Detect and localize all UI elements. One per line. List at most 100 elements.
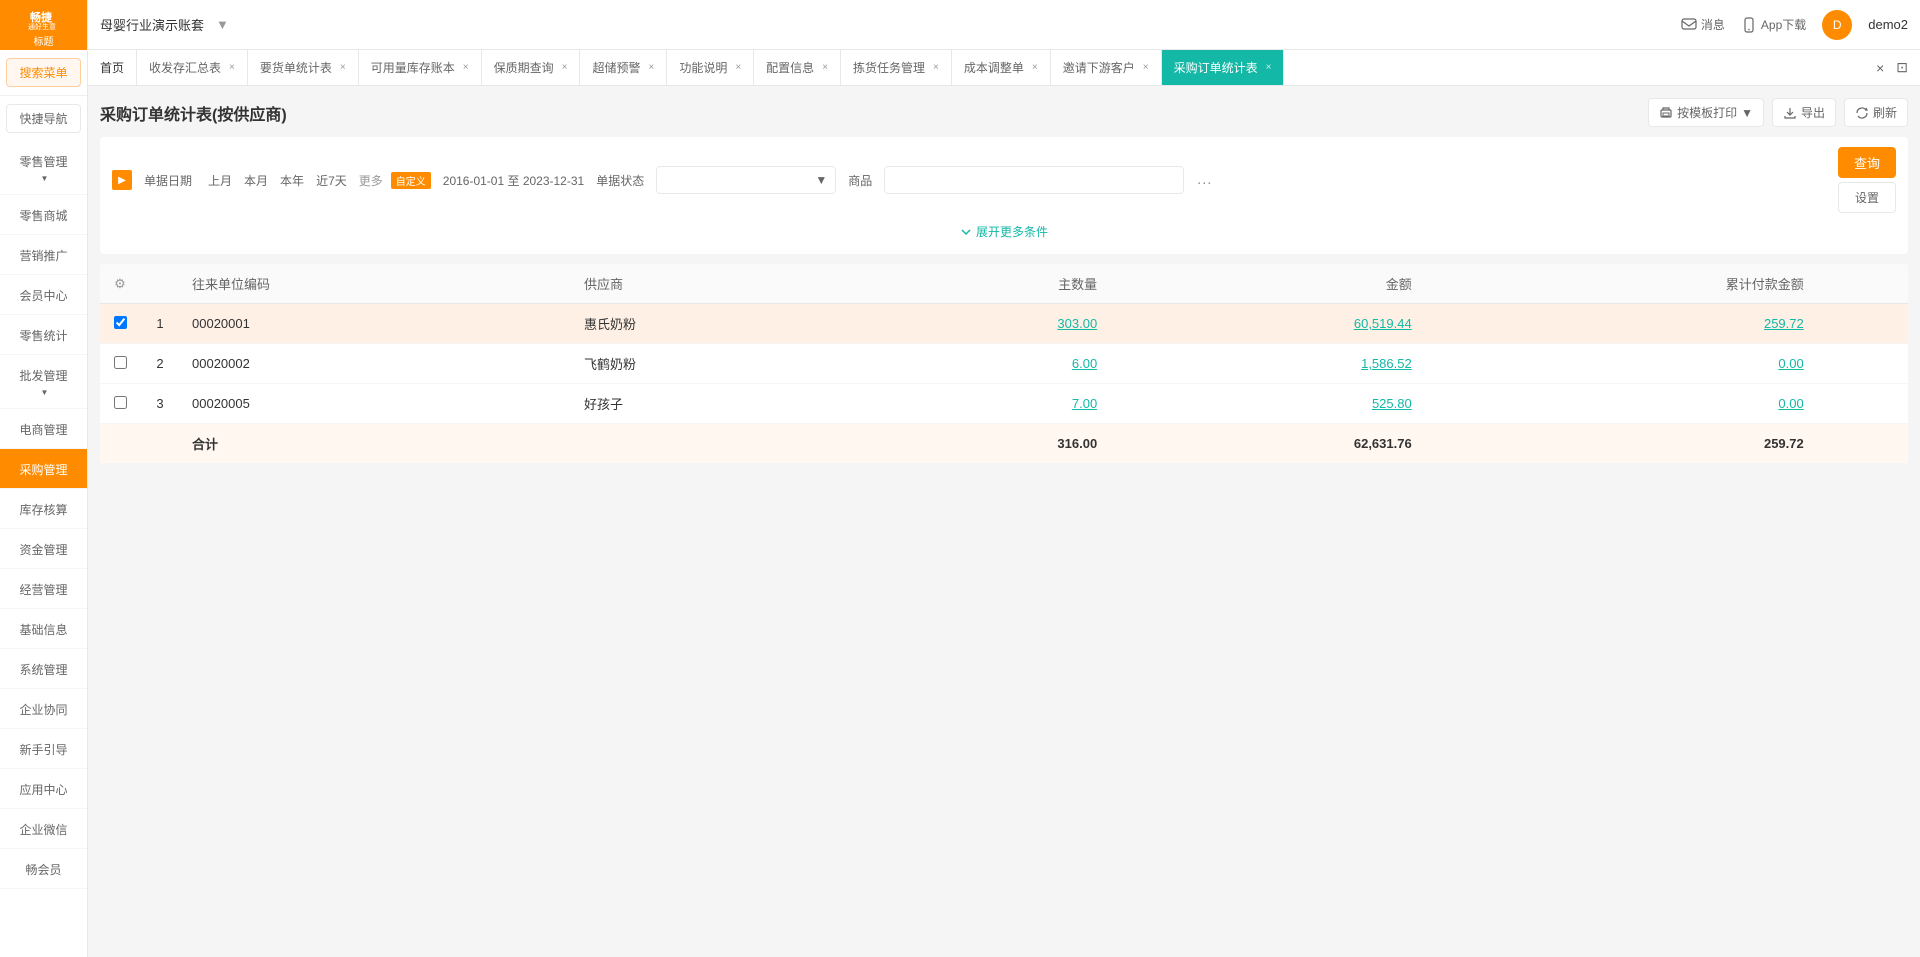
cell-index-2: 3 <box>140 384 180 424</box>
cell-paid-2[interactable]: 0.00 <box>1424 384 1816 424</box>
sidebar-item-basic-info[interactable]: 基础信息 <box>0 609 87 649</box>
sidebar-item-label-retail: 零售管理 <box>0 153 87 170</box>
table-settings-icon[interactable]: ⚙ <box>114 276 126 291</box>
tab-pick-task[interactable]: 拣货任务管理× <box>841 50 952 85</box>
cell-qty-2[interactable]: 7.00 <box>864 384 1109 424</box>
cell-checkbox-2[interactable] <box>100 384 140 424</box>
cell-paid-0[interactable]: 259.72 <box>1424 304 1816 344</box>
search-menu-button[interactable]: 搜索菜单 <box>6 58 81 87</box>
tab-home[interactable]: 首页 <box>88 50 137 85</box>
cell-amount-0[interactable]: 60,519.44 <box>1109 304 1424 344</box>
sidebar-item-enterprise[interactable]: 企业协同 <box>0 689 87 729</box>
cell-qty-0[interactable]: 303.00 <box>864 304 1109 344</box>
shortcut-last-month[interactable]: 上月 <box>204 170 236 191</box>
sidebar-item-operation[interactable]: 经营管理 <box>0 569 87 609</box>
quick-nav-button[interactable]: 快捷导航 <box>6 104 81 133</box>
sidebar-item-wholesale[interactable]: 批发管理 <box>0 355 87 409</box>
sidebar-item-retail-mall[interactable]: 零售商城 <box>0 195 87 235</box>
sidebar-item-guide[interactable]: 新手引导 <box>0 729 87 769</box>
table-row[interactable]: 3 00020005 好孩子 7.00 525.80 0.00 <box>100 384 1908 424</box>
expand-more-button[interactable]: 展开更多条件 <box>960 219 1048 244</box>
filter-toggle-button[interactable]: ▶ <box>112 170 132 190</box>
tab-close-cost-adjust[interactable]: × <box>1032 62 1038 73</box>
app-download-button[interactable]: App下载 <box>1741 16 1806 33</box>
export-button[interactable]: 导出 <box>1772 98 1836 127</box>
tab-expiry-query[interactable]: 保质期查询× <box>482 50 581 85</box>
sidebar-item-purchase[interactable]: 采购管理 <box>0 449 87 489</box>
tab-receive-summary[interactable]: 收发存汇总表× <box>137 50 248 85</box>
tab-close-invite-customer[interactable]: × <box>1143 62 1149 73</box>
row-checkbox-1[interactable] <box>114 356 127 369</box>
tab-close-order-stat[interactable]: × <box>340 62 346 73</box>
print-button[interactable]: 按模板打印 ▼ <box>1648 98 1764 127</box>
tab-close-config-info[interactable]: × <box>822 62 828 73</box>
sidebar-item-wechat[interactable]: 企业微信 <box>0 809 87 849</box>
sidebar-item-label-system: 系统管理 <box>0 661 87 678</box>
tab-cost-adjust[interactable]: 成本调整单× <box>952 50 1051 85</box>
tab-purchase-stat[interactable]: 采购订单统计表× <box>1162 50 1285 85</box>
tab-close-pick-task[interactable]: × <box>933 62 939 73</box>
tab-close-overstock-warning[interactable]: × <box>648 62 654 73</box>
settings-button[interactable]: 设置 <box>1838 182 1896 213</box>
shortcut-this-year[interactable]: 本年 <box>276 170 308 191</box>
column-settings: ⚙ <box>100 264 140 304</box>
sidebar-item-retail-stat[interactable]: 零售统计 <box>0 315 87 355</box>
goods-input-more-icon[interactable]: … <box>1196 171 1212 189</box>
sidebar-item-marketing[interactable]: 营销推广 <box>0 235 87 275</box>
tab-feature-desc[interactable]: 功能说明× <box>667 50 754 85</box>
message-button[interactable]: 消息 <box>1681 16 1725 33</box>
user-avatar[interactable]: D <box>1822 10 1852 40</box>
table-row[interactable]: 2 00020002 飞鹤奶粉 6.00 1,586.52 0.00 <box>100 344 1908 384</box>
cell-empty-2 <box>1816 384 1908 424</box>
cell-qty-1[interactable]: 6.00 <box>864 344 1109 384</box>
table-row[interactable]: 1 00020001 惠氏奶粉 303.00 60,519.44 259.72 <box>100 304 1908 344</box>
cell-paid-1[interactable]: 0.00 <box>1424 344 1816 384</box>
workspace-selector[interactable]: 母婴行业演示账套 <box>100 15 204 34</box>
row-checkbox-0[interactable] <box>114 316 127 329</box>
tab-available-stock[interactable]: 可用量库存账本× <box>359 50 482 85</box>
sidebar-item-label-wechat: 企业微信 <box>0 821 87 838</box>
tab-close-available-stock[interactable]: × <box>463 62 469 73</box>
cell-checkbox-0[interactable] <box>100 304 140 344</box>
tab-overstock-warning[interactable]: 超储预警× <box>580 50 667 85</box>
shortcut-more[interactable]: 更多 <box>355 170 387 191</box>
sidebar-item-member[interactable]: 会员中心 <box>0 275 87 315</box>
sidebar-item-vip[interactable]: 畅会员 <box>0 849 87 889</box>
app-download-label: App下载 <box>1761 16 1806 33</box>
sidebar-item-retail[interactable]: 零售管理 <box>0 141 87 195</box>
username-label[interactable]: demo2 <box>1868 17 1908 32</box>
cell-checkbox-1[interactable] <box>100 344 140 384</box>
sidebar-item-finance[interactable]: 资金管理 <box>0 529 87 569</box>
tab-close-feature-desc[interactable]: × <box>735 62 741 73</box>
cell-supplier-name-0: 惠氏奶粉 <box>572 304 864 344</box>
tab-invite-customer[interactable]: 邀请下游客户× <box>1051 50 1162 85</box>
cell-amount-2[interactable]: 525.80 <box>1109 384 1424 424</box>
tab-close-expiry-query[interactable]: × <box>562 62 568 73</box>
shortcut-this-month[interactable]: 本月 <box>240 170 272 191</box>
message-icon <box>1681 17 1697 33</box>
tab-config-info[interactable]: 配置信息× <box>754 50 841 85</box>
tabbar-expand-button[interactable]: ⊡ <box>1892 57 1912 78</box>
sidebar-item-inventory[interactable]: 库存核算 <box>0 489 87 529</box>
phone-icon <box>1741 17 1757 33</box>
cell-supplier-code-0: 00020001 <box>180 304 572 344</box>
refresh-button[interactable]: 刷新 <box>1844 98 1908 127</box>
date-range-display: 2016-01-01 至 2023-12-31 <box>443 172 584 189</box>
tab-close-receive-summary[interactable]: × <box>229 62 235 73</box>
cell-amount-1[interactable]: 1,586.52 <box>1109 344 1424 384</box>
row-checkbox-2[interactable] <box>114 396 127 409</box>
page-header: 采购订单统计表(按供应商) 按模板打印 ▼ 导出 刷新 <box>100 98 1908 127</box>
sidebar-logo-text: 标题 <box>34 33 54 48</box>
tab-order-stat[interactable]: 要货单统计表× <box>248 50 359 85</box>
query-button[interactable]: 查询 <box>1838 147 1896 178</box>
shortcut-7days[interactable]: 近7天 <box>312 170 351 191</box>
tab-close-purchase-stat[interactable]: × <box>1266 62 1272 73</box>
status-select[interactable]: ▼ <box>656 166 836 194</box>
sidebar-item-app-center[interactable]: 应用中心 <box>0 769 87 809</box>
sidebar-item-ecommerce[interactable]: 电商管理 <box>0 409 87 449</box>
filter-section: ▶ 单据日期 上月 本月 本年 近7天 更多 自定义 2016-01-01 至 … <box>112 147 1896 244</box>
goods-input[interactable] <box>884 166 1184 194</box>
tabbar-close-all-button[interactable]: × <box>1872 58 1888 78</box>
cell-index-0: 1 <box>140 304 180 344</box>
sidebar-item-system[interactable]: 系统管理 <box>0 649 87 689</box>
